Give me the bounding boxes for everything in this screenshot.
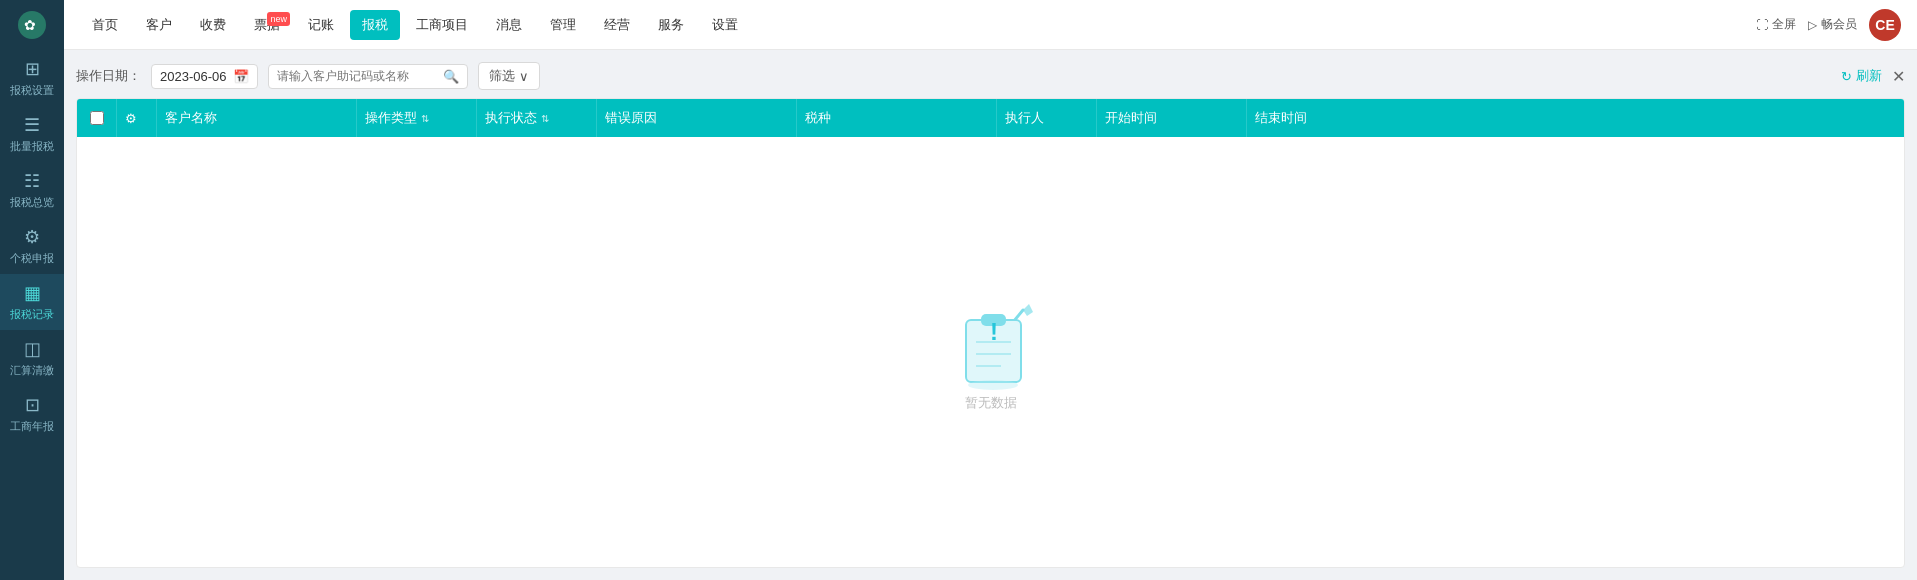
calendar-icon: 📅: [233, 69, 249, 84]
sidebar-item-label: 批量报税: [10, 139, 54, 154]
close-button[interactable]: ✕: [1892, 67, 1905, 86]
filter-label: 筛选: [489, 67, 515, 85]
sort-icon: ⇅: [421, 113, 429, 124]
baoshui-shezhi-icon: ⊞: [25, 58, 40, 80]
th-settings[interactable]: ⚙: [117, 99, 157, 137]
sidebar-item-label: 报税设置: [10, 83, 54, 98]
svg-text:✿: ✿: [24, 17, 36, 33]
svg-point-10: [968, 380, 1018, 390]
search-icon: 🔍: [443, 69, 459, 84]
main-content: 首页 客户 收费 票据 new 记账 报税 工商项目 消息 管理 经营: [64, 0, 1917, 580]
sidebar-item-gongshang-nianbao[interactable]: ⊡ 工商年报: [0, 386, 64, 442]
nav-jizhang[interactable]: 记账: [296, 10, 346, 40]
date-picker[interactable]: 2023-06-06 📅: [151, 64, 258, 89]
date-label: 操作日期：: [76, 67, 141, 85]
search-input[interactable]: [277, 69, 437, 83]
sort-icon: ⇅: [541, 113, 549, 124]
refresh-button[interactable]: ↻ 刷新: [1841, 67, 1882, 85]
refresh-icon: ↻: [1841, 69, 1852, 84]
svg-marker-3: [1023, 304, 1033, 316]
table-wrapper: ⚙ 客户名称 操作类型 ⇅ 执行状态 ⇅ 错误原因: [76, 98, 1905, 568]
toolbar-right: ↻ 刷新 ✕: [1841, 67, 1905, 86]
sidebar-item-label: 汇算清缴: [10, 363, 54, 378]
settings-icon: ⚙: [125, 111, 137, 126]
svg-text:!: !: [990, 318, 998, 345]
nav-fuwu[interactable]: 服务: [646, 10, 696, 40]
sidebar-item-baoshui-jilu[interactable]: ▦ 报税记录: [0, 274, 64, 330]
th-exec-status[interactable]: 执行状态 ⇅: [477, 99, 597, 137]
chevron-down-icon: ∨: [519, 69, 529, 84]
page-area: 操作日期： 2023-06-06 📅 🔍 筛选 ∨ ↻ 刷新: [64, 50, 1917, 580]
topbar: 首页 客户 收费 票据 new 记账 报税 工商项目 消息 管理 经营: [64, 0, 1917, 50]
sidebar-item-baoshui-zongjian[interactable]: ☷ 报税总览: [0, 162, 64, 218]
sidebar-item-piliang-baoshui[interactable]: ☰ 批量报税: [0, 106, 64, 162]
nav-customer[interactable]: 客户: [134, 10, 184, 40]
sidebar: ✿ ⊞ 报税设置 ☰ 批量报税 ☷ 报税总览 ⚙ 个税申报 ▦ 报税记录 ◫ 汇…: [0, 0, 64, 580]
fullscreen-button[interactable]: ⛶ 全屏: [1756, 16, 1796, 33]
th-customer-name: 客户名称: [157, 99, 357, 137]
th-error-reason: 错误原因: [597, 99, 797, 137]
nav-piaoju[interactable]: 票据 new: [242, 10, 292, 40]
nav-shoufei[interactable]: 收费: [188, 10, 238, 40]
baoshui-jilu-icon: ▦: [24, 282, 41, 304]
geshuishenbaoo-icon: ⚙: [24, 226, 40, 248]
empty-illustration: !: [951, 292, 1031, 382]
topbar-right: ⛶ 全屏 ▷ 畅会员 CE: [1756, 9, 1901, 41]
empty-text: 暂无数据: [965, 394, 1017, 412]
empty-state: ! 暂无数据: [77, 137, 1904, 567]
toolbar: 操作日期： 2023-06-06 📅 🔍 筛选 ∨ ↻ 刷新: [76, 62, 1905, 90]
sidebar-item-huisuan-jiaoshu[interactable]: ◫ 汇算清缴: [0, 330, 64, 386]
sidebar-item-label: 报税记录: [10, 307, 54, 322]
nav-baoshui[interactable]: 报税: [350, 10, 400, 40]
fullscreen-icon: ⛶: [1756, 18, 1768, 32]
search-box[interactable]: 🔍: [268, 64, 468, 89]
sidebar-item-label: 个税申报: [10, 251, 54, 266]
avatar[interactable]: CE: [1869, 9, 1901, 41]
sidebar-item-label: 工商年报: [10, 419, 54, 434]
nav-home[interactable]: 首页: [80, 10, 130, 40]
sidebar-item-geshuishenbaoo[interactable]: ⚙ 个税申报: [0, 218, 64, 274]
gongshang-nianbao-icon: ⊡: [25, 394, 40, 416]
sidebar-logo: ✿: [0, 0, 64, 50]
th-start-time: 开始时间: [1097, 99, 1247, 137]
nav-shezhi[interactable]: 设置: [700, 10, 750, 40]
nav-gongshang[interactable]: 工商项目: [404, 10, 480, 40]
sidebar-item-label: 报税总览: [10, 195, 54, 210]
nav-jingying[interactable]: 经营: [592, 10, 642, 40]
member-button[interactable]: ▷ 畅会员: [1808, 16, 1857, 33]
piaoju-badge: new: [267, 12, 290, 26]
th-executor: 执行人: [997, 99, 1097, 137]
th-tax-type: 税种: [797, 99, 997, 137]
video-icon: ▷: [1808, 18, 1817, 32]
piliang-baoshui-icon: ☰: [24, 114, 40, 136]
date-value: 2023-06-06: [160, 69, 227, 84]
content-panel: 操作日期： 2023-06-06 📅 🔍 筛选 ∨ ↻ 刷新: [64, 50, 1917, 580]
baoshui-zongjian-icon: ☷: [24, 170, 40, 192]
th-checkbox[interactable]: [77, 99, 117, 137]
filter-button[interactable]: 筛选 ∨: [478, 62, 540, 90]
th-operation-type[interactable]: 操作类型 ⇅: [357, 99, 477, 137]
th-end-time: 结束时间: [1247, 99, 1397, 137]
huisuan-jiaoshu-icon: ◫: [24, 338, 41, 360]
nav-xiaoxi[interactable]: 消息: [484, 10, 534, 40]
select-all-checkbox[interactable]: [90, 111, 104, 125]
nav-guanli[interactable]: 管理: [538, 10, 588, 40]
sidebar-item-baoshui-shezhi[interactable]: ⊞ 报税设置: [0, 50, 64, 106]
table-header: ⚙ 客户名称 操作类型 ⇅ 执行状态 ⇅ 错误原因: [77, 99, 1904, 137]
